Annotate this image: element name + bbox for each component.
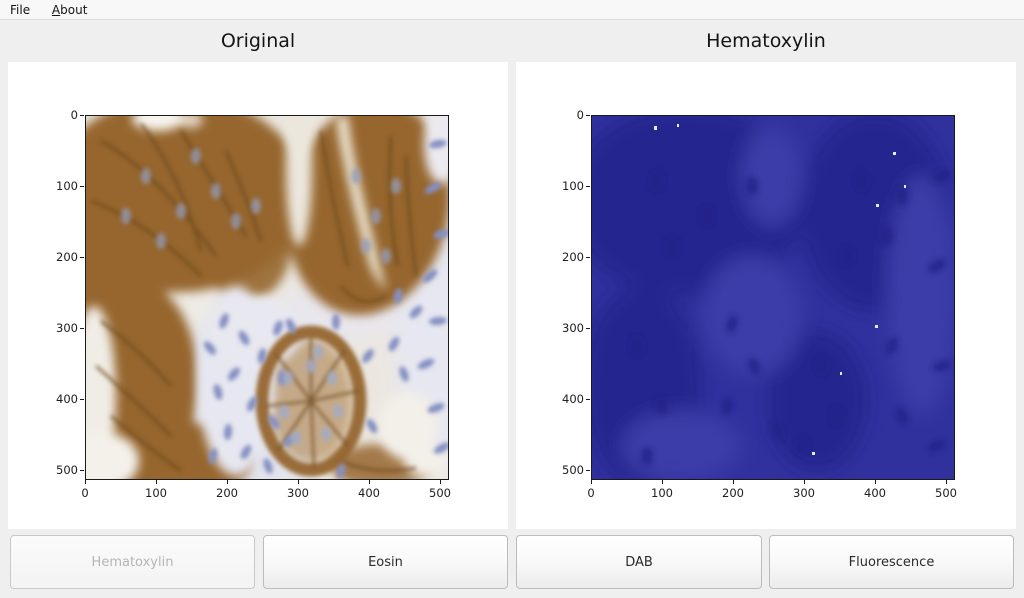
x-tick-label: 0 bbox=[81, 486, 89, 500]
eosin-button[interactable]: Eosin bbox=[263, 535, 508, 589]
y-tick-label: 200 bbox=[56, 250, 78, 264]
y-tick-mark bbox=[586, 328, 590, 329]
x-tick-mark bbox=[662, 480, 663, 484]
y-tick-mark bbox=[80, 399, 84, 400]
y-tick-label: 300 bbox=[56, 321, 78, 335]
y-tick-label: 400 bbox=[56, 392, 78, 406]
y-tick-mark bbox=[586, 186, 590, 187]
y-tick-label: 500 bbox=[56, 463, 78, 477]
x-tick-label: 0 bbox=[587, 486, 595, 500]
hematoxylin-plot: 0 100 200 300 400 500 0 100 200 300 400 … bbox=[562, 108, 957, 500]
y-tick-mark bbox=[80, 115, 84, 116]
x-tick-label: 400 bbox=[358, 486, 380, 500]
original-panel-title: Original bbox=[220, 30, 296, 52]
y-tick-label: 0 bbox=[70, 108, 78, 122]
menu-file[interactable]: File bbox=[10, 0, 30, 20]
x-tick-label: 400 bbox=[864, 486, 886, 500]
y-tick-label: 300 bbox=[562, 321, 584, 335]
x-tick-mark bbox=[875, 480, 876, 484]
y-tick-mark bbox=[80, 470, 84, 471]
x-tick-label: 500 bbox=[429, 486, 451, 500]
menu-about-mnemonic: A bbox=[51, 3, 61, 17]
menu-bar: File About bbox=[0, 0, 1024, 20]
x-tick-mark bbox=[733, 480, 734, 484]
x-tick-mark bbox=[85, 480, 86, 484]
hematoxylin-button[interactable]: Hematoxylin bbox=[10, 535, 255, 589]
dab-button[interactable]: DAB bbox=[516, 535, 762, 589]
y-tick-mark bbox=[586, 257, 590, 258]
hematoxylin-channel-image bbox=[592, 116, 954, 479]
x-tick-label: 500 bbox=[935, 486, 957, 500]
x-tick-mark bbox=[369, 480, 370, 484]
original-plot: 0 100 200 300 400 500 0 100 200 300 400 … bbox=[56, 108, 451, 500]
fluorescence-button[interactable]: Fluorescence bbox=[769, 535, 1014, 589]
y-tick-label: 100 bbox=[56, 179, 78, 193]
x-tick-label: 200 bbox=[722, 486, 744, 500]
hematoxylin-panel-title: Hematoxylin bbox=[706, 30, 826, 52]
x-tick-mark bbox=[298, 480, 299, 484]
hematoxylin-plot-image bbox=[591, 115, 955, 480]
x-tick-label: 300 bbox=[793, 486, 815, 500]
x-tick-mark bbox=[946, 480, 947, 484]
y-tick-mark bbox=[80, 186, 84, 187]
original-plot-image bbox=[85, 115, 449, 480]
y-tick-mark bbox=[586, 470, 590, 471]
x-tick-label: 200 bbox=[216, 486, 238, 500]
menu-about-rest: bout bbox=[60, 3, 88, 17]
x-tick-label: 100 bbox=[651, 486, 673, 500]
x-tick-mark bbox=[804, 480, 805, 484]
menu-about[interactable]: About bbox=[52, 0, 88, 20]
y-tick-mark bbox=[80, 328, 84, 329]
y-tick-mark bbox=[80, 257, 84, 258]
y-tick-label: 500 bbox=[562, 463, 584, 477]
y-tick-mark bbox=[586, 115, 590, 116]
original-panel: 0 100 200 300 400 500 0 100 200 300 400 … bbox=[8, 62, 508, 529]
x-tick-mark bbox=[156, 480, 157, 484]
y-tick-mark bbox=[586, 399, 590, 400]
y-tick-label: 0 bbox=[576, 108, 584, 122]
hematoxylin-panel: 0 100 200 300 400 500 0 100 200 300 400 … bbox=[516, 62, 1016, 529]
y-tick-label: 100 bbox=[562, 179, 584, 193]
x-tick-label: 300 bbox=[287, 486, 309, 500]
y-tick-label: 200 bbox=[562, 250, 584, 264]
ihc-tissue-image bbox=[86, 116, 448, 479]
x-tick-mark bbox=[440, 480, 441, 484]
x-tick-label: 100 bbox=[145, 486, 167, 500]
y-tick-label: 400 bbox=[562, 392, 584, 406]
x-tick-mark bbox=[227, 480, 228, 484]
x-tick-mark bbox=[591, 480, 592, 484]
